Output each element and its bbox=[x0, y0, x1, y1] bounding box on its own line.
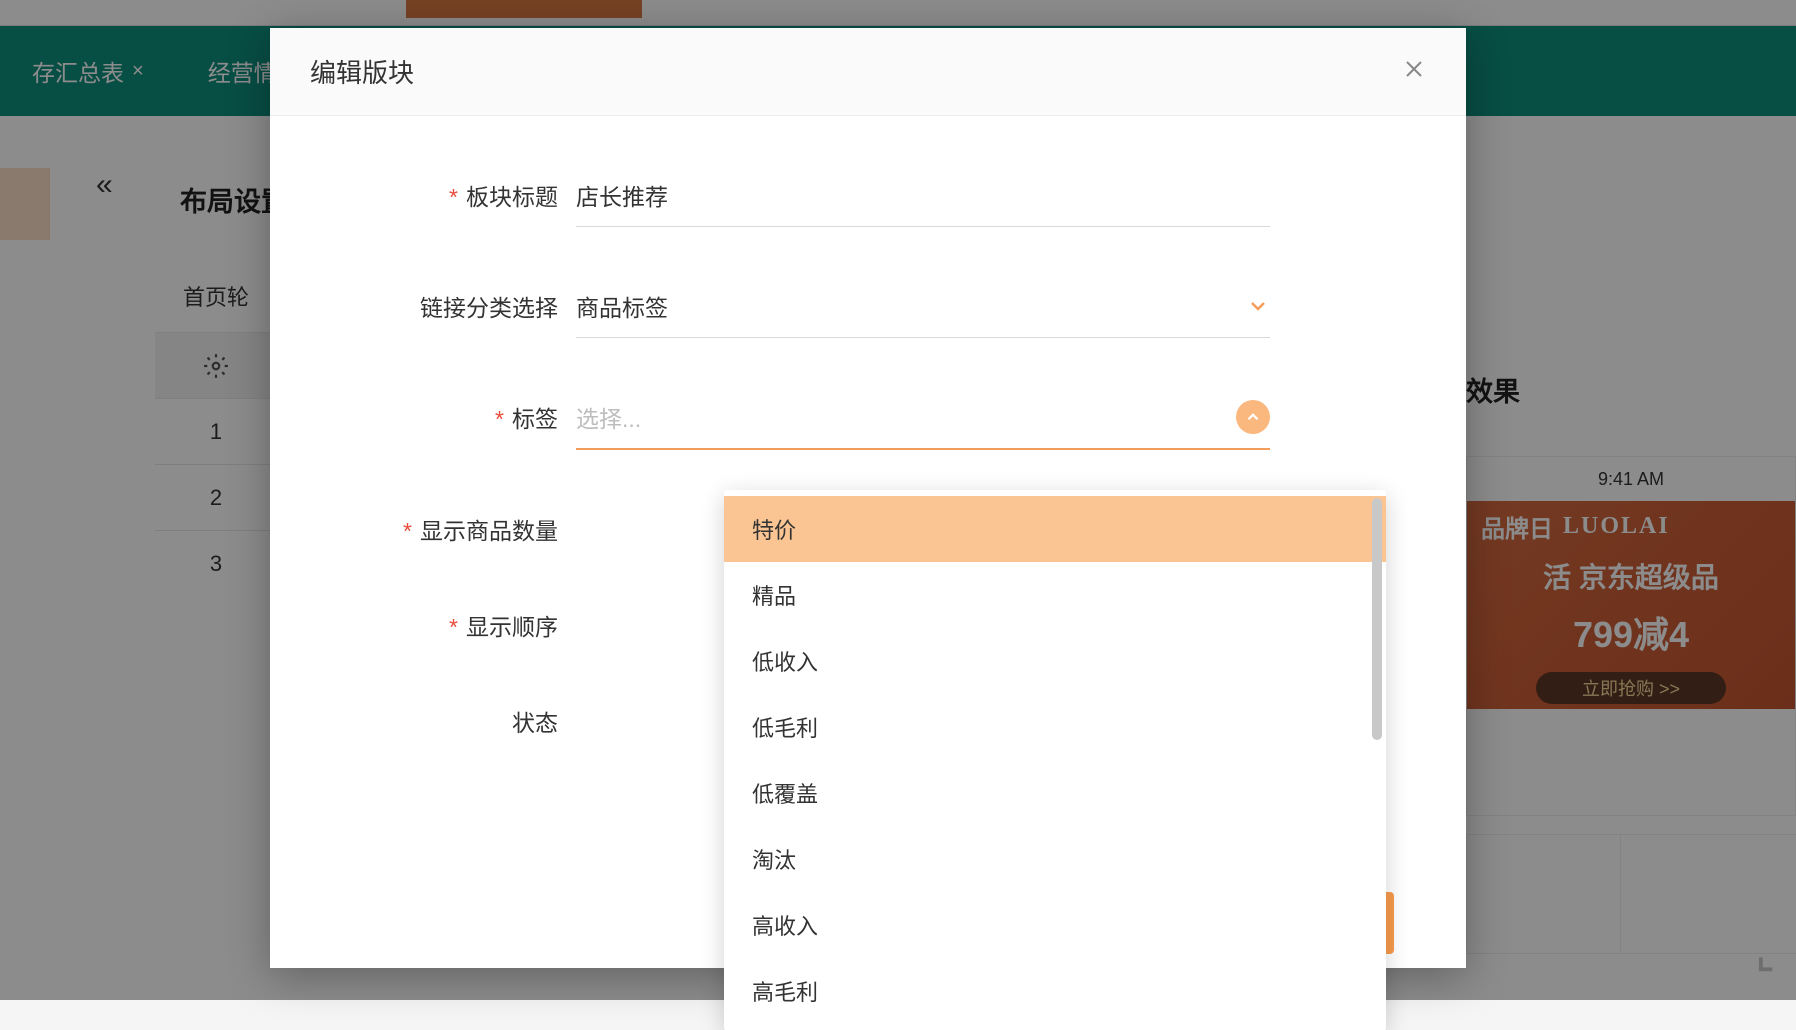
field-link-category: 链接分类选择 商品标签 bbox=[390, 283, 1270, 338]
field-label: *板块标题 bbox=[390, 172, 576, 212]
field-value: 商品标签 bbox=[576, 289, 668, 323]
scrollbar-thumb[interactable] bbox=[1372, 498, 1382, 740]
tag-dropdown: 特价 精品 低收入 低毛利 低覆盖 淘汰 高收入 高毛利 bbox=[724, 490, 1386, 1030]
modal-title: 编辑版块 bbox=[310, 53, 414, 90]
field-label: 状态 bbox=[390, 698, 576, 738]
dropdown-option[interactable]: 精品 bbox=[724, 562, 1386, 628]
field-label: 链接分类选择 bbox=[390, 283, 576, 323]
modal-header: 编辑版块 bbox=[270, 28, 1466, 116]
close-icon[interactable] bbox=[1402, 56, 1426, 88]
field-label: *标签 bbox=[390, 394, 576, 434]
tag-select[interactable]: 选择... bbox=[576, 394, 1270, 450]
block-title-input[interactable]: 店长推荐 bbox=[576, 172, 1270, 227]
chevron-up-icon bbox=[1236, 400, 1270, 434]
dropdown-option[interactable]: 低毛利 bbox=[724, 694, 1386, 760]
field-value: 店长推荐 bbox=[576, 178, 668, 212]
field-label: *显示顺序 bbox=[390, 602, 576, 642]
dropdown-option[interactable]: 淘汰 bbox=[724, 826, 1386, 892]
modal-body: *板块标题 店长推荐 链接分类选择 商品标签 *标签 选择... *显示商品数量… bbox=[270, 116, 1466, 968]
dropdown-option[interactable]: 低覆盖 bbox=[724, 760, 1386, 826]
link-category-select[interactable]: 商品标签 bbox=[576, 283, 1270, 338]
dropdown-option[interactable]: 特价 bbox=[724, 496, 1386, 562]
field-block-title: *板块标题 店长推荐 bbox=[390, 172, 1270, 227]
dropdown-option[interactable]: 高毛利 bbox=[724, 958, 1386, 1024]
dropdown-option[interactable]: 高收入 bbox=[724, 892, 1386, 958]
dropdown-option[interactable]: 低收入 bbox=[724, 628, 1386, 694]
field-label: *显示商品数量 bbox=[390, 506, 576, 546]
chevron-down-icon bbox=[1246, 294, 1270, 318]
edit-block-modal: 编辑版块 *板块标题 店长推荐 链接分类选择 商品标签 *标签 选择... *显… bbox=[270, 28, 1466, 968]
field-placeholder: 选择... bbox=[576, 400, 641, 434]
field-tag: *标签 选择... bbox=[390, 394, 1270, 450]
